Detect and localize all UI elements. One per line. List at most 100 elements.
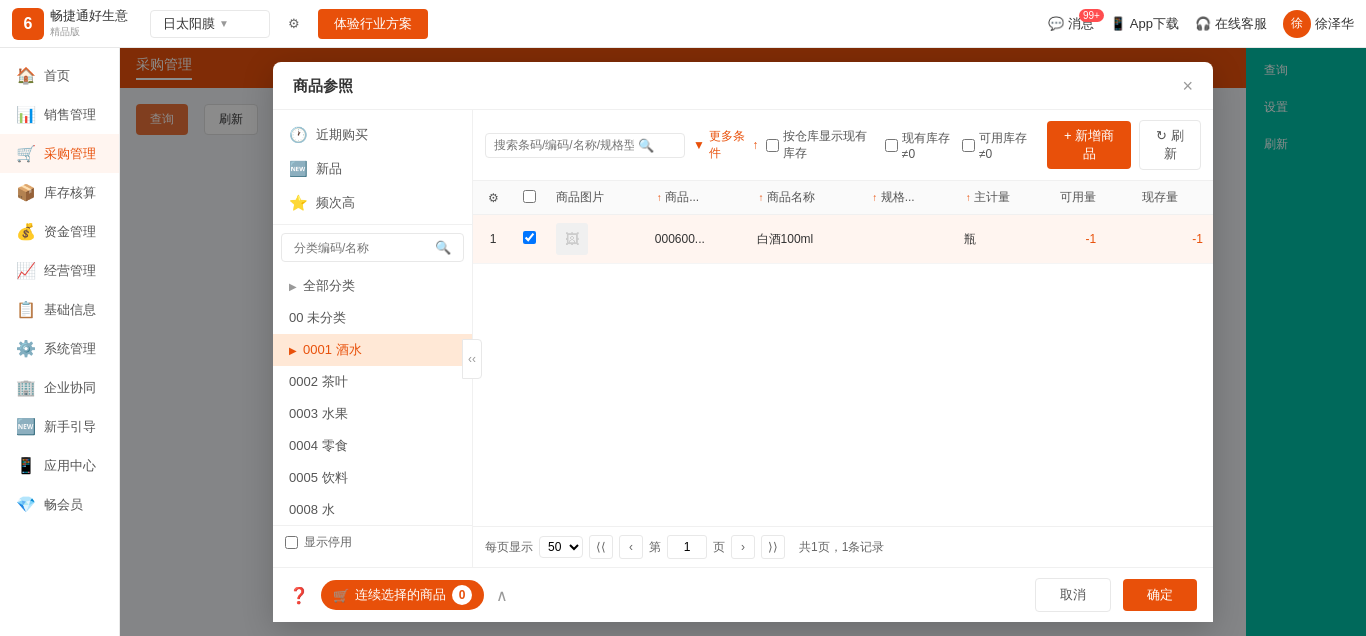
sidebar-item-finance[interactable]: 💰 资金管理 — [0, 212, 119, 251]
cat-all-label: 全部分类 — [303, 277, 355, 295]
row-checkbox[interactable] — [513, 215, 546, 264]
filter-arrow-icon: ↑ — [752, 138, 758, 152]
available-nonzero-checkbox[interactable] — [962, 139, 975, 152]
headset-icon: 🎧 — [1195, 16, 1211, 31]
page-label: 第 — [649, 539, 661, 556]
category-tree: ▶ 全部分类 00 未分类 ▶ 0001 酒水 0002 茶 — [273, 266, 472, 525]
sidebar-item-operation[interactable]: 📈 经营管理 — [0, 251, 119, 290]
col-image: 商品图片 — [546, 181, 645, 215]
system-icon: ⚙️ — [16, 339, 36, 358]
cat-0008[interactable]: 0008 水 — [273, 494, 472, 525]
settings-icon[interactable]: ⚙ — [278, 8, 310, 40]
message-button[interactable]: 💬 消息 99+ — [1048, 15, 1094, 33]
sort-arrow-spec: ↑ — [872, 192, 877, 203]
nonzero-stock-label: 现有库存≠0 — [902, 130, 954, 161]
col-settings[interactable]: ⚙ — [473, 181, 513, 215]
sidebar-item-collab[interactable]: 🏢 企业协同 — [0, 368, 119, 407]
collapse-panel-button[interactable]: ‹‹ — [462, 339, 482, 379]
sidebar-item-guide[interactable]: 🆕 新手引导 — [0, 407, 119, 446]
sidebar-item-apps[interactable]: 📱 应用中心 — [0, 446, 119, 485]
available-nonzero-filter[interactable]: 可用库存≠0 — [962, 130, 1031, 161]
pagination-bar: 每页显示 50 ⟨⟨ ‹ 第 页 › ⟩⟩ 共1页，1条记录 — [473, 526, 1213, 567]
message-badge: 99+ — [1079, 9, 1104, 22]
show-disabled-checkbox[interactable] — [285, 536, 298, 549]
right-panel: 🔍 ▼ 更多条件 ↑ 按仓库显示现有库存 — [473, 110, 1213, 567]
table-row[interactable]: 1 🖼 — [473, 215, 1213, 264]
cart-label: 连续选择的商品 — [355, 586, 446, 604]
sidebar-item-inventory[interactable]: 📦 库存核算 — [0, 173, 119, 212]
col-code[interactable]: ↑ 商品... — [645, 181, 747, 215]
service-label: 在线客服 — [1215, 15, 1267, 33]
finance-icon: 💰 — [16, 222, 36, 241]
cat-0002[interactable]: 0002 茶叶 — [273, 366, 472, 398]
cat-uncategorized-label: 00 未分类 — [289, 309, 346, 327]
warehouse-stock-checkbox[interactable] — [766, 139, 779, 152]
available-nonzero-label: 可用库存≠0 — [979, 130, 1031, 161]
service-button[interactable]: 🎧 在线客服 — [1195, 15, 1267, 33]
nonzero-stock-filter[interactable]: 现有库存≠0 — [885, 130, 954, 161]
col-stock: 现存量 — [1132, 181, 1213, 215]
modal-close-button[interactable]: × — [1182, 76, 1193, 97]
page-number-input[interactable] — [667, 535, 707, 559]
sidebar-label-apps: 应用中心 — [44, 457, 96, 475]
warehouse-stock-filter[interactable]: 按仓库显示现有库存 — [766, 128, 877, 162]
confirm-button[interactable]: 确定 — [1123, 579, 1197, 611]
per-page-select[interactable]: 50 — [539, 536, 583, 558]
category-search-input[interactable] — [294, 241, 431, 255]
product-search-input[interactable] — [494, 138, 634, 152]
help-icon[interactable]: ❓ — [289, 586, 309, 605]
cat-all[interactable]: ▶ 全部分类 — [273, 270, 472, 302]
collapse-icon[interactable]: ∧ — [496, 586, 508, 605]
cat-0003[interactable]: 0003 水果 — [273, 398, 472, 430]
modal-footer: ❓ 🛒 连续选择的商品 0 ∧ 取消 确定 — [273, 567, 1213, 622]
first-page-button[interactable]: ⟨⟨ — [589, 535, 613, 559]
sidebar-item-system[interactable]: ⚙️ 系统管理 — [0, 329, 119, 368]
search-submit-icon[interactable]: 🔍 — [638, 138, 654, 153]
sidebar-item-sales[interactable]: 📊 销售管理 — [0, 95, 119, 134]
col-name[interactable]: ↑ 商品名称 — [747, 181, 861, 215]
cart-selection-button[interactable]: 🛒 连续选择的商品 0 — [321, 580, 484, 610]
cat-0005[interactable]: 0005 饮料 — [273, 462, 472, 494]
user-menu[interactable]: 徐 徐泽华 — [1283, 10, 1354, 38]
row-select-checkbox[interactable] — [523, 231, 536, 244]
chevron-down-icon: ▼ — [219, 18, 229, 29]
show-disabled-label[interactable]: 显示停用 — [304, 534, 352, 551]
store-selector[interactable]: 日太阳膜 ▼ — [150, 10, 270, 38]
sidebar: 🏠 首页 📊 销售管理 🛒 采购管理 📦 库存核算 💰 资金管理 📈 经营管理 … — [0, 48, 120, 636]
nonzero-stock-checkbox[interactable] — [885, 139, 898, 152]
modal-header: 商品参照 × — [273, 62, 1213, 110]
collab-icon: 🏢 — [16, 378, 36, 397]
next-page-button[interactable]: › — [731, 535, 755, 559]
purchase-icon: 🛒 — [16, 144, 36, 163]
sidebar-label-home: 首页 — [44, 67, 70, 85]
prev-page-button[interactable]: ‹ — [619, 535, 643, 559]
sidebar-item-home[interactable]: 🏠 首页 — [0, 56, 119, 95]
search-icon[interactable]: 🔍 — [435, 240, 451, 255]
cat-0002-label: 0002 茶叶 — [289, 373, 348, 391]
last-page-button[interactable]: ⟩⟩ — [761, 535, 785, 559]
refresh-button[interactable]: ↻ 刷新 — [1139, 120, 1201, 170]
trial-button[interactable]: 体验行业方案 — [318, 9, 428, 39]
select-all-checkbox[interactable] — [523, 190, 536, 203]
recent-purchase-item[interactable]: 🕐 近期购买 — [273, 118, 472, 152]
sidebar-label-system: 系统管理 — [44, 340, 96, 358]
app-download-button[interactable]: 📱 App下载 — [1110, 15, 1179, 33]
sidebar-item-basic[interactable]: 📋 基础信息 — [0, 290, 119, 329]
nav-right: 💬 消息 99+ 📱 App下载 🎧 在线客服 徐 徐泽华 — [1048, 10, 1354, 38]
frequent-item[interactable]: ⭐ 频次高 — [273, 186, 472, 220]
sidebar-item-vip[interactable]: 💎 畅会员 — [0, 485, 119, 524]
sidebar-item-purchase[interactable]: 🛒 采购管理 — [0, 134, 119, 173]
cat-0001[interactable]: ▶ 0001 酒水 — [273, 334, 472, 366]
cat-0004[interactable]: 0004 零食 — [273, 430, 472, 462]
new-product-item[interactable]: 🆕 新品 — [273, 152, 472, 186]
cat-uncategorized[interactable]: 00 未分类 — [273, 302, 472, 334]
cancel-button[interactable]: 取消 — [1035, 578, 1111, 612]
filter-button[interactable]: ▼ 更多条件 ↑ — [693, 128, 758, 162]
per-page-label: 每页显示 — [485, 539, 533, 556]
add-product-button[interactable]: + 新增商品 — [1047, 121, 1131, 169]
filter-label: 更多条件 — [709, 128, 748, 162]
col-spec[interactable]: ↑ 规格... — [860, 181, 954, 215]
left-footer: 显示停用 — [273, 525, 472, 559]
cart-count: 0 — [452, 585, 472, 605]
col-unit[interactable]: ↑ 主计量 — [954, 181, 1050, 215]
